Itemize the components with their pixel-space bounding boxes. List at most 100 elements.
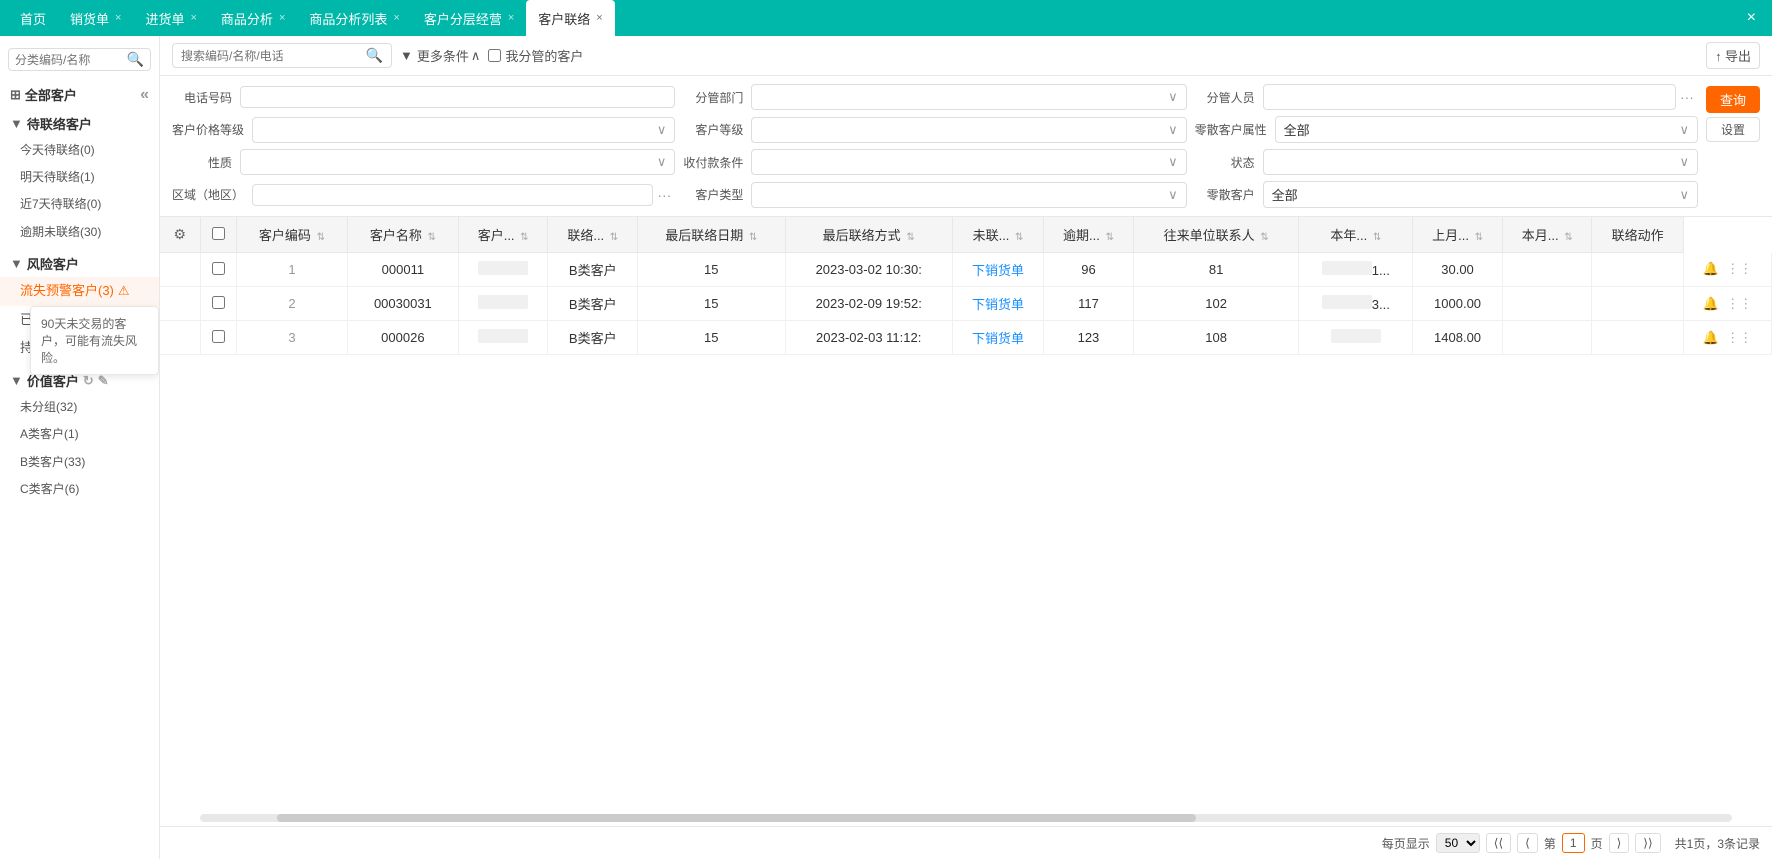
row-last-type-0[interactable]: 下销货单: [952, 253, 1043, 287]
sidebar-all-customers[interactable]: ⊞ 全部客户 «: [0, 79, 159, 110]
sidebar-group-pending[interactable]: ▼ 待联络客户: [0, 110, 159, 137]
close-customer-tier-tab[interactable]: ×: [508, 12, 514, 24]
page-next[interactable]: ⟩: [1609, 833, 1630, 853]
settings-button[interactable]: 设置: [1706, 117, 1760, 142]
sidebar-collapse-icon[interactable]: «: [140, 86, 149, 104]
page-prev-first[interactable]: ⟨⟨: [1486, 833, 1511, 853]
action-bell-icon-2[interactable]: 🔔: [1702, 330, 1718, 345]
my-customers-checkbox[interactable]: [488, 49, 501, 62]
th-code[interactable]: 客户编码 ⇅: [236, 217, 347, 253]
th-overdue[interactable]: 逾期... ⇅: [1044, 217, 1134, 253]
customer-level-select[interactable]: ∨: [751, 117, 1186, 143]
row-action-1[interactable]: 🔔 ⋮⋮: [1683, 287, 1771, 321]
sidebar-item-class-c[interactable]: C类客户(6): [0, 476, 159, 503]
row-checkbox-1[interactable]: [200, 287, 236, 321]
property-select[interactable]: ∨: [240, 149, 675, 175]
person-select[interactable]: [1263, 84, 1676, 110]
sort-last-type[interactable]: ⇅: [906, 232, 914, 243]
action-menu-icon-0[interactable]: ⋮⋮: [1726, 261, 1752, 276]
zero-attr-select[interactable]: 全部 ∨: [1275, 116, 1698, 143]
sort-level[interactable]: ⇅: [520, 232, 528, 243]
page-next-last[interactable]: ⟩⟩: [1635, 833, 1660, 853]
sidebar-item-class-b[interactable]: B类客户(33): [0, 449, 159, 476]
close-analysis-list-tab[interactable]: ×: [393, 12, 399, 24]
sort-contact[interactable]: ⇅: [610, 232, 618, 243]
sort-unit-contacts[interactable]: ⇅: [1260, 232, 1268, 243]
nav-tab-sales[interactable]: 销货单 ×: [58, 0, 133, 36]
sort-last-month[interactable]: ⇅: [1475, 232, 1483, 243]
th-last-type[interactable]: 最后联络方式 ⇅: [785, 217, 952, 253]
export-btn[interactable]: ↑ 导出: [1706, 42, 1760, 69]
row-last-type-2[interactable]: 下销货单: [952, 321, 1043, 355]
region-more-btn[interactable]: ···: [653, 187, 675, 203]
sidebar-item-ungroup[interactable]: 未分组(32): [0, 394, 159, 421]
sort-code[interactable]: ⇅: [317, 232, 325, 243]
th-level[interactable]: 客户... ⇅: [458, 217, 548, 253]
per-page-select[interactable]: 50: [1436, 833, 1480, 853]
window-close-btn[interactable]: ×: [1739, 9, 1764, 27]
page-prev[interactable]: ⟨: [1517, 833, 1538, 853]
sort-this-year[interactable]: ⇅: [1373, 232, 1381, 243]
sort-overdue[interactable]: ⇅: [1105, 232, 1113, 243]
th-last-month[interactable]: 上月... ⇅: [1413, 217, 1503, 253]
sidebar-search-box[interactable]: 🔍: [8, 48, 151, 71]
row-checkbox-2[interactable]: [200, 321, 236, 355]
horizontal-scrollbar[interactable]: [200, 814, 1732, 822]
nav-home[interactable]: 首页: [8, 9, 58, 28]
query-button[interactable]: 查询: [1706, 86, 1760, 113]
customer-type-select[interactable]: ∨: [751, 182, 1186, 208]
dept-select[interactable]: ∨: [751, 84, 1186, 110]
status-select[interactable]: ∨: [1263, 149, 1698, 175]
sort-this-month[interactable]: ⇅: [1564, 232, 1572, 243]
action-menu-icon-1[interactable]: ⋮⋮: [1726, 296, 1752, 311]
sort-name[interactable]: ⇅: [427, 232, 435, 243]
th-checkbox[interactable]: [200, 217, 236, 253]
th-not-contact[interactable]: 未联... ⇅: [952, 217, 1043, 253]
region-input[interactable]: [252, 184, 653, 206]
close-sales-tab[interactable]: ×: [115, 12, 121, 24]
sidebar-item-tomorrow[interactable]: 明天待联络(1): [0, 164, 159, 191]
close-purchase-tab[interactable]: ×: [190, 12, 196, 24]
scrollbar-thumb[interactable]: [277, 814, 1196, 822]
row-action-2[interactable]: 🔔 ⋮⋮: [1683, 321, 1771, 355]
filter-search-input[interactable]: [181, 49, 366, 63]
my-customers-filter[interactable]: 我分管的客户: [488, 46, 583, 65]
price-level-select[interactable]: ∨: [252, 117, 675, 143]
nav-tab-analysis-list[interactable]: 商品分析列表 ×: [297, 0, 411, 36]
sidebar-group-risk[interactable]: ▼ 风险客户: [0, 250, 159, 277]
sidebar-item-today[interactable]: 今天待联络(0): [0, 137, 159, 164]
sidebar-item-churn-warning[interactable]: 流失预警客户(3) ⚠: [0, 277, 159, 306]
nav-tab-customer-contact[interactable]: 客户联络 ×: [526, 0, 614, 36]
sidebar-search-input[interactable]: [15, 53, 127, 67]
th-contact[interactable]: 联络... ⇅: [548, 217, 638, 253]
zero-customer-select[interactable]: 全部 ∨: [1263, 181, 1698, 208]
value-edit-icon[interactable]: ✎: [98, 373, 109, 389]
row-action-0[interactable]: 🔔 ⋮⋮: [1683, 253, 1771, 287]
close-customer-contact-tab[interactable]: ×: [596, 12, 602, 24]
th-name[interactable]: 客户名称 ⇅: [347, 217, 458, 253]
th-gear[interactable]: ⚙: [160, 217, 200, 253]
row-last-type-1[interactable]: 下销货单: [952, 287, 1043, 321]
value-refresh-icon[interactable]: ↻: [83, 373, 94, 389]
filter-search-icon[interactable]: 🔍: [366, 47, 383, 64]
payment-select[interactable]: ∨: [751, 149, 1186, 175]
action-bell-icon-1[interactable]: 🔔: [1702, 296, 1718, 311]
select-all-checkbox[interactable]: [212, 227, 225, 240]
more-conditions-btn[interactable]: ▼ 更多条件 ∧: [400, 46, 480, 65]
th-this-month[interactable]: 本月... ⇅: [1502, 217, 1592, 253]
nav-tab-analysis[interactable]: 商品分析 ×: [209, 0, 297, 36]
th-last-date[interactable]: 最后联络日期 ⇅: [638, 217, 785, 253]
action-menu-icon-2[interactable]: ⋮⋮: [1726, 330, 1752, 345]
sidebar-item-overdue[interactable]: 逾期未联络(30): [0, 219, 159, 246]
phone-input[interactable]: [240, 86, 675, 108]
nav-tab-purchase[interactable]: 进货单 ×: [133, 0, 208, 36]
settings-gear-icon[interactable]: ⚙: [173, 226, 186, 242]
sort-not-contact[interactable]: ⇅: [1015, 232, 1023, 243]
row-checkbox-0[interactable]: [200, 253, 236, 287]
sort-last-date[interactable]: ⇅: [749, 232, 757, 243]
sidebar-item-week[interactable]: 近7天待联络(0): [0, 191, 159, 218]
person-more-btn[interactable]: ···: [1676, 89, 1698, 105]
th-unit-contacts[interactable]: 往来单位联系人 ⇅: [1133, 217, 1299, 253]
filter-search-box[interactable]: 🔍: [172, 43, 392, 68]
sidebar-item-class-a[interactable]: A类客户(1): [0, 421, 159, 448]
